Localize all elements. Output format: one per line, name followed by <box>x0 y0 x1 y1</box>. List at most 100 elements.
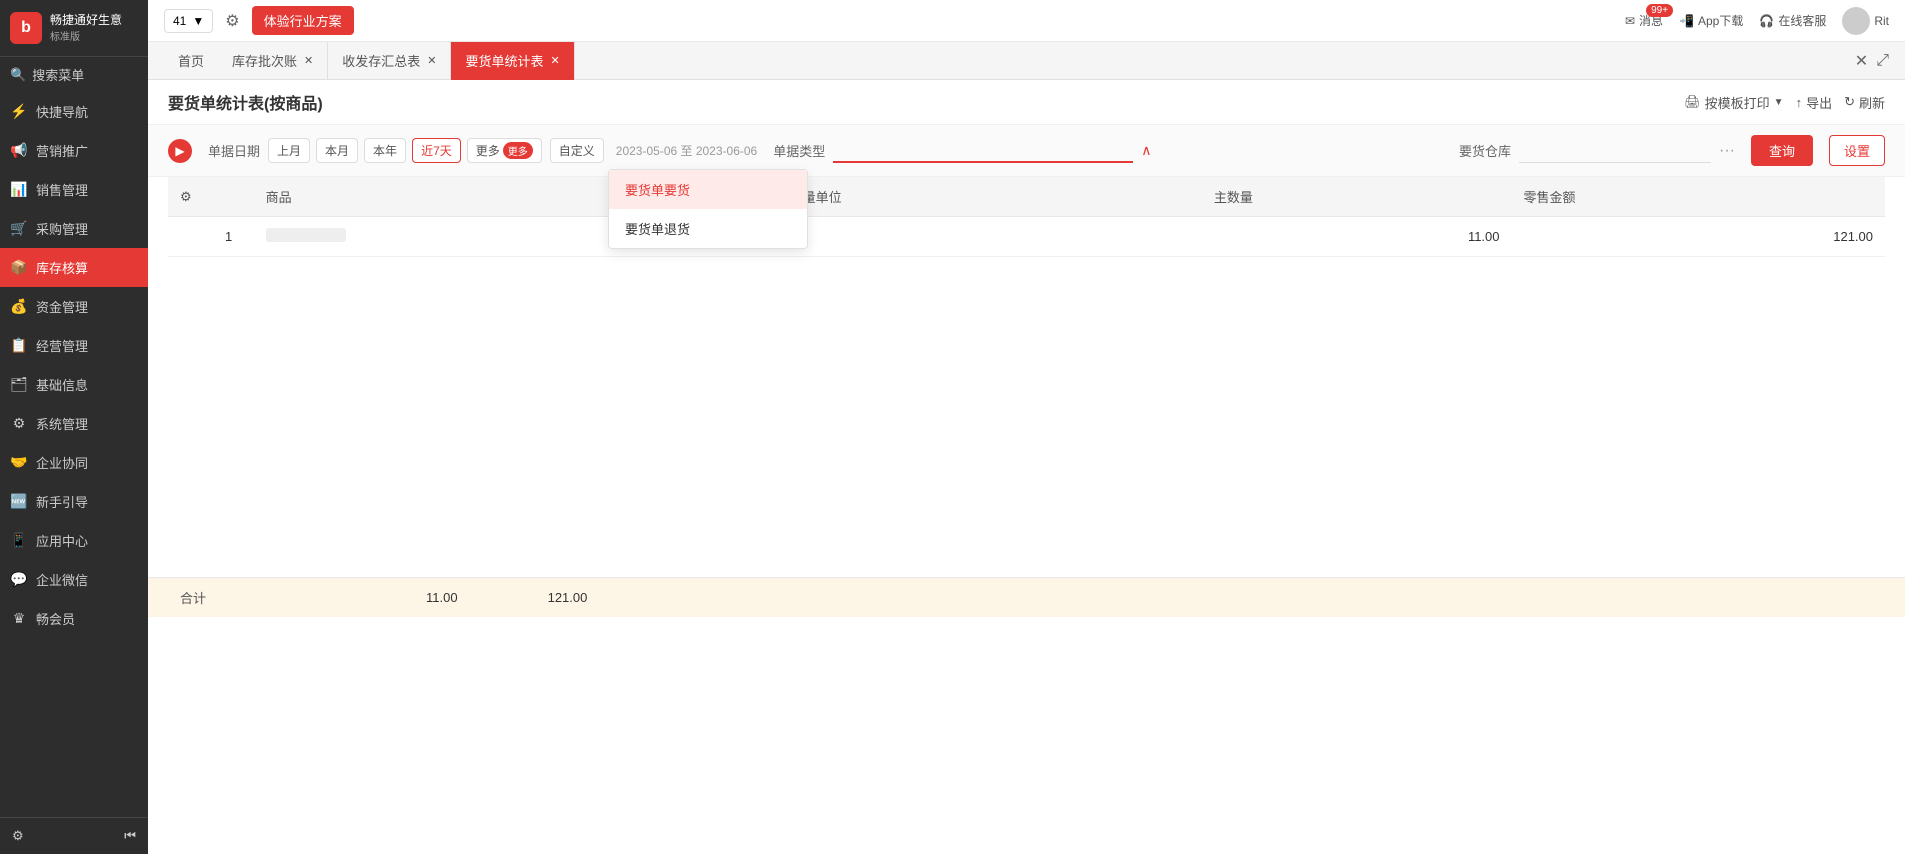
th-settings[interactable]: ⚙ <box>168 177 204 217</box>
nav-label: 基础信息 <box>36 375 88 394</box>
tab-inventory-batch[interactable]: 库存批次账 ✕ <box>218 42 328 80</box>
dropdown-item-order-purchase[interactable]: 要货单要货 <box>609 170 807 209</box>
search-menu[interactable]: 🔍 搜索菜单 <box>0 57 148 92</box>
main-area: 41 ▼ ⚙ 体验行业方案 ✉ 消息 99+ 📲 App下载 🎧 在线客服 R <box>148 0 1905 854</box>
chevron-down-icon: ▼ <box>1774 97 1784 108</box>
product-placeholder <box>266 228 346 242</box>
tab-close-inventory-batch[interactable]: ✕ <box>304 54 313 67</box>
sidebar-item-app-center[interactable]: 📱 应用中心 <box>0 521 148 560</box>
header-settings-icon[interactable]: ⚙ <box>225 11 239 31</box>
header-right: ✉ 消息 99+ 📲 App下载 🎧 在线客服 Rit <box>1625 7 1889 35</box>
refresh-icon: ↻ <box>1844 94 1855 110</box>
date-btn-this-year[interactable]: 本年 <box>364 138 406 163</box>
sidebar-item-operations[interactable]: 📋 经营管理 <box>0 326 148 365</box>
date-btn-last-month[interactable]: 上月 <box>268 138 310 163</box>
system-icon: ⚙ <box>10 415 28 433</box>
warehouse-label: 要货仓库 <box>1459 141 1511 160</box>
finance-icon: 💰 <box>10 298 28 316</box>
export-btn[interactable]: ↑ 导出 <box>1796 93 1833 112</box>
refresh-btn[interactable]: ↻ 刷新 <box>1844 93 1885 112</box>
table-footer: 合计 11.00 121.00 <box>148 577 1905 617</box>
th-amount: 零售金额 <box>1512 177 1885 217</box>
warehouse-input[interactable] <box>1519 139 1711 163</box>
tab-close-receivable-summary[interactable]: ✕ <box>427 54 436 67</box>
print-template-btn[interactable]: 🖨 按模板打印 ▼ <box>1684 93 1783 112</box>
sidebar-footer: ⚙ ⏮ <box>0 817 148 854</box>
sidebar-item-quick-nav[interactable]: ⚡ 快捷导航 <box>0 92 148 131</box>
tab-home[interactable]: 首页 <box>164 51 218 70</box>
nav-label: 采购管理 <box>36 219 88 238</box>
tab-close-order-stats[interactable]: ✕ <box>551 54 560 67</box>
settings-action-button[interactable]: 设置 <box>1829 135 1885 166</box>
td-amount: 121.00 <box>1512 217 1885 257</box>
date-buttons: 上月 本月 本年 近7天 更多 更多 <box>268 138 542 163</box>
sidebar-item-vip[interactable]: ♛ 畅会员 <box>0 599 148 638</box>
wechat-icon: 💬 <box>10 571 28 589</box>
trial-button[interactable]: 体验行业方案 <box>252 6 354 35</box>
tab-receivable-summary[interactable]: 收发存汇总表 ✕ <box>328 42 451 80</box>
nav-label: 企业微信 <box>36 570 88 589</box>
message-icon: ✉ <box>1625 14 1635 28</box>
date-btn-7days[interactable]: 近7天 <box>412 138 461 163</box>
filter-bar: ▶ 单据日期 上月 本月 本年 近7天 更多 更多 自定义 2023-05-06… <box>148 125 1905 177</box>
sidebar-item-basic-info[interactable]: 🗂 基础信息 <box>0 365 148 404</box>
service-icon: 🎧 <box>1759 14 1774 28</box>
more-label: 更多 <box>476 142 500 159</box>
app-center-icon: 📱 <box>10 532 28 550</box>
user-name: Rit <box>1874 14 1889 28</box>
close-all-tabs-btn[interactable]: ✕ <box>1855 51 1868 71</box>
user-avatar-area[interactable]: Rit <box>1842 7 1889 35</box>
sidebar-item-marketing[interactable]: 📢 营销推广 <box>0 131 148 170</box>
date-btn-more[interactable]: 更多 更多 <box>467 138 542 163</box>
logo-name: 畅捷通好生意 <box>50 13 122 29</box>
sidebar-item-system[interactable]: ⚙ 系统管理 <box>0 404 148 443</box>
inventory-icon: 📦 <box>10 259 28 277</box>
warehouse-more-btn[interactable]: ··· <box>1719 142 1735 160</box>
basic-info-icon: 🗂 <box>10 376 28 394</box>
nav-label: 库存核算 <box>36 258 88 277</box>
nav-label: 营销推广 <box>36 141 88 160</box>
date-label: 单据日期 <box>208 141 260 160</box>
tab-order-stats[interactable]: 要货单统计表 ✕ <box>451 42 574 80</box>
purchase-icon: 🛒 <box>10 220 28 238</box>
sidebar-item-cooperation[interactable]: 🤝 企业协同 <box>0 443 148 482</box>
guide-icon: 🆕 <box>10 493 28 511</box>
custom-date-btn[interactable]: 自定义 <box>550 138 604 163</box>
search-icon: 🔍 <box>10 67 26 83</box>
marketing-icon: 📢 <box>10 142 28 160</box>
table-row: 1 块 11.00 121.00 <box>168 217 1885 257</box>
type-select-arrow[interactable]: ∧ <box>1141 142 1151 159</box>
table-header: ⚙ 商品 主计量单位 主数量 零售金额 <box>168 177 1885 217</box>
nav-label: 企业协同 <box>36 453 88 472</box>
sidebar-logo[interactable]: b 畅捷通好生意 标准版 <box>0 0 148 57</box>
sidebar-item-sales[interactable]: 📊 销售管理 <box>0 170 148 209</box>
app-download-btn[interactable]: 📲 App下载 <box>1679 12 1743 29</box>
sales-icon: 📊 <box>10 181 28 199</box>
table-container: ⚙ 商品 主计量单位 主数量 零售金额 1 <box>148 177 1905 257</box>
logo-sub: 标准版 <box>50 28 122 43</box>
date-btn-this-month[interactable]: 本月 <box>316 138 358 163</box>
collapse-sidebar-btn[interactable]: ⏮ <box>124 828 136 844</box>
dropdown-item-order-return[interactable]: 要货单退货 <box>609 209 807 248</box>
settings-gear-icon[interactable]: ⚙ <box>12 828 24 844</box>
nav-label: 经营管理 <box>36 336 88 355</box>
query-button[interactable]: 查询 <box>1751 135 1813 166</box>
sidebar-item-inventory[interactable]: 📦 库存核算 <box>0 248 148 287</box>
tab-bar: 首页 库存批次账 ✕ 收发存汇总表 ✕ 要货单统计表 ✕ ✕ ⤢ <box>148 42 1905 80</box>
sidebar-item-guide[interactable]: 🆕 新手引导 <box>0 482 148 521</box>
nav-label: 新手引导 <box>36 492 88 511</box>
online-service-btn[interactable]: 🎧 在线客服 <box>1759 12 1826 29</box>
messages-btn[interactable]: ✉ 消息 99+ <box>1625 12 1663 29</box>
sidebar-item-finance[interactable]: 💰 资金管理 <box>0 287 148 326</box>
store-selector[interactable]: 41 ▼ <box>164 9 213 33</box>
nav-label: 应用中心 <box>36 531 88 550</box>
td-settings <box>168 217 204 257</box>
type-select-input[interactable] <box>833 138 1133 163</box>
sidebar-item-purchase[interactable]: 🛒 采购管理 <box>0 209 148 248</box>
expand-filter-btn[interactable]: ▶ <box>168 139 192 163</box>
nav-label: 快捷导航 <box>36 102 88 121</box>
sidebar-item-wechat[interactable]: 💬 企业微信 <box>0 560 148 599</box>
expand-tabs-btn[interactable]: ⤢ <box>1876 52 1889 70</box>
data-table: ⚙ 商品 主计量单位 主数量 零售金额 1 <box>168 177 1885 257</box>
nav-label: 销售管理 <box>36 180 88 199</box>
